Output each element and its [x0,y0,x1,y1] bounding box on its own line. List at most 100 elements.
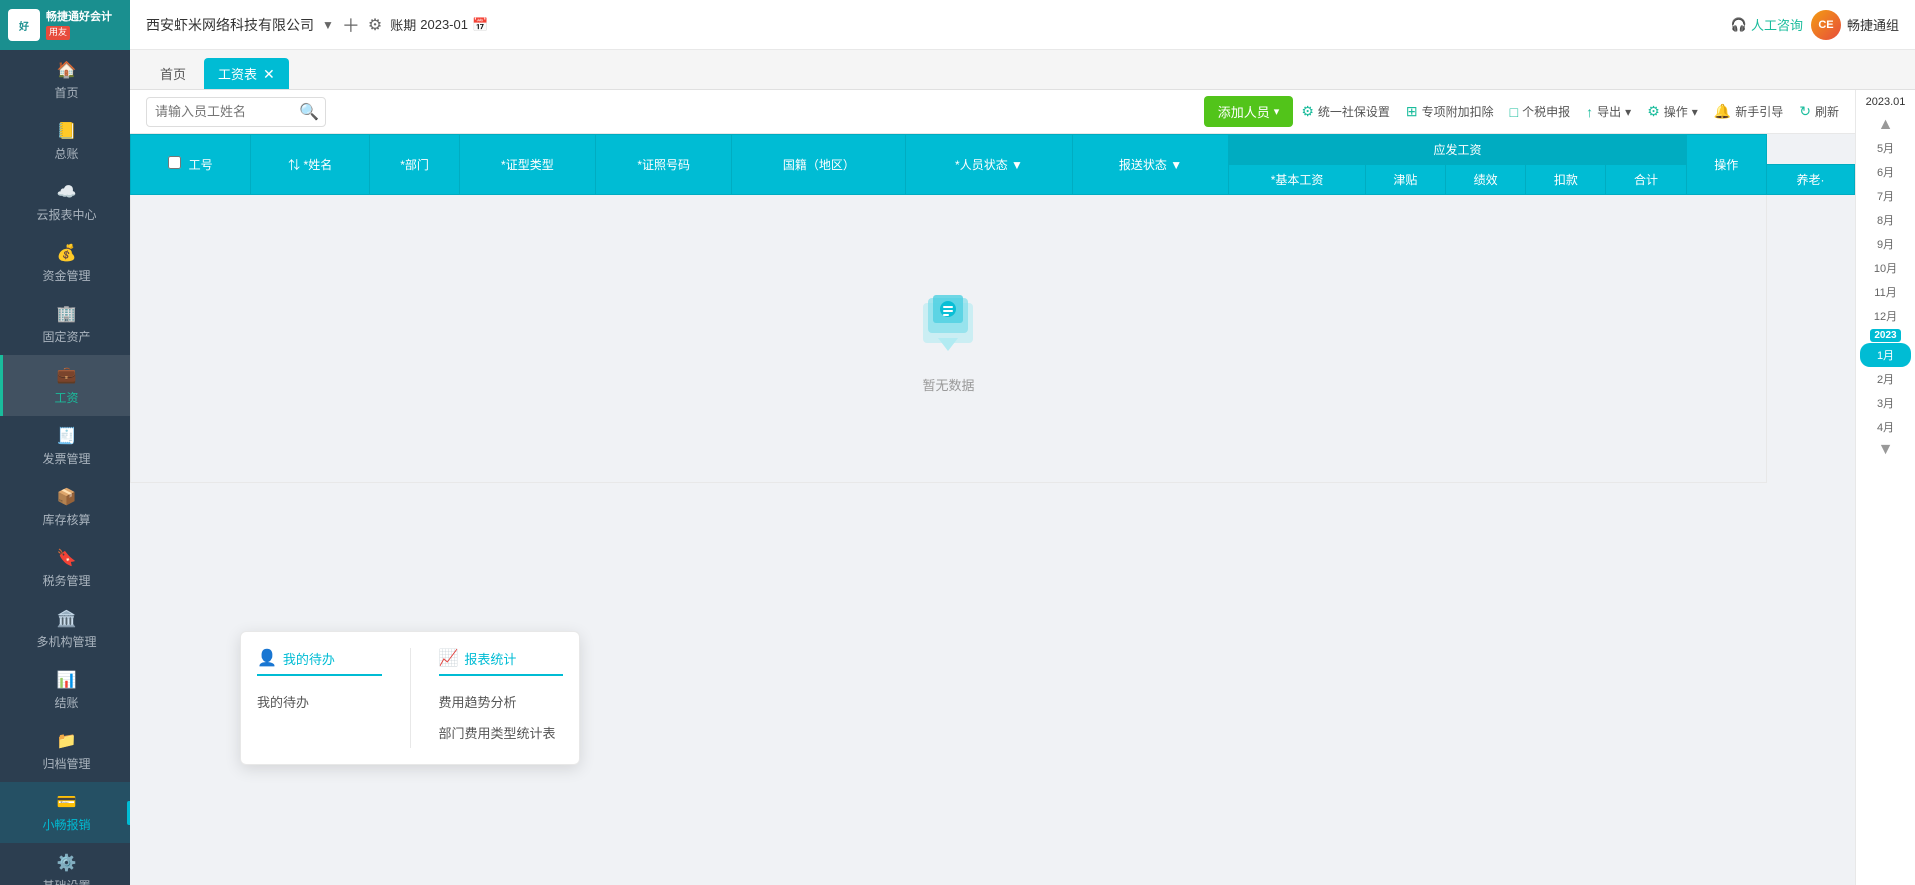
sidebar-item-checkout[interactable]: 📊 结账 [0,660,130,721]
timeline-month-4[interactable]: 4月 [1856,415,1915,439]
timeline-down-nav[interactable]: ▼ [1878,439,1894,461]
invoice-icon: 🧾 [57,426,77,446]
sidebar-item-tax[interactable]: 🔖 税务管理 [0,538,130,599]
col-id-number: *证照号码 [596,135,732,195]
tab-salary-sheet[interactable]: 工资表 ✕ [204,58,289,89]
col-status[interactable]: *人员状态 ▼ [906,135,1072,195]
timeline-month-8[interactable]: 8月 [1856,208,1915,232]
col-pension: 养老· [1766,165,1854,195]
tabbar: 首页 工资表 ✕ [130,50,1915,90]
empty-state-cell: 暂无数据 [131,195,1767,483]
timeline-month-10[interactable]: 10月 [1856,256,1915,280]
timeline-month-5[interactable]: 5月 [1856,136,1915,160]
sidebar-item-inventory[interactable]: 📦 库存核算 [0,477,130,538]
timeline-month-3[interactable]: 3月 [1856,391,1915,415]
col-number: 工号 [131,135,251,195]
popup-col-pending: 👤 我的待办 我的待办 [257,648,382,748]
col-id-type: *证型类型 [459,135,595,195]
tax-report-action[interactable]: □ 个税申报 [1510,103,1570,120]
sidebar-item-salary[interactable]: 💼 工资 [0,355,130,416]
operation-action[interactable]: ⚙ 操作 ▾ [1647,103,1698,120]
sidebar-item-archive[interactable]: 📁 归档管理 [0,721,130,782]
avatar: CE [1811,10,1841,40]
calendar-icon[interactable]: 📅 [472,17,488,33]
col-total: 合计 [1606,165,1686,195]
add-button[interactable]: ＋ [342,12,360,38]
logo-icon: 好 [8,9,40,41]
refresh-icon: ↻ [1799,103,1811,120]
tax-report-icon: □ [1510,104,1518,120]
sidebar-item-cloud-report[interactable]: ☁️ 云报表中心 [0,172,130,233]
new-guide-action[interactable]: 🔔 新手引导 [1714,103,1783,120]
timeline-month-2[interactable]: 2月 [1856,367,1915,391]
sidebar-item-xiao-chang[interactable]: 💳 小畅报销 [0,782,130,843]
customer-service[interactable]: 🎧 人工咨询 [1731,15,1803,34]
topbar: 西安虾米网络科技有限公司 ▼ ＋ ⚙ 账期 2023-01 📅 🎧 人工咨询 C… [130,0,1915,50]
main-area: 西安虾米网络科技有限公司 ▼ ＋ ⚙ 账期 2023-01 📅 🎧 人工咨询 C… [130,0,1915,885]
timeline-title: 2023.01 [1866,90,1906,114]
search-box: 🔍 [146,97,326,127]
popup-header-report[interactable]: 📈 报表统计 [439,648,564,676]
col-name[interactable]: ⇅ *姓名 [251,135,370,195]
sidebar: 好 畅捷通好会计 用友 🏠 首页 📒 总账 ☁️ 云报表中心 💰 资金管理 🏢 … [0,0,130,885]
empty-text: 暂无数据 [922,375,974,394]
salary-icon: 💼 [57,365,77,385]
timeline-up-nav[interactable]: ▲ [1878,114,1894,136]
sidebar-item-invoice[interactable]: 🧾 发票管理 [0,416,130,477]
sidebar-item-home[interactable]: 🏠 首页 [0,50,130,111]
xiao-chang-icon: 💳 [57,792,77,812]
ledger-icon: 📒 [57,121,77,141]
col-performance: 绩效 [1445,165,1525,195]
logo-text: 畅捷通好会计 用友 [46,10,112,40]
salary-table: 工号 ⇅ *姓名 *部门 *证型类型 *证照号码 国籍（地区） *人员状态 ▼ … [130,134,1855,483]
sidebar-item-fixed-assets[interactable]: 🏢 固定资产 [0,294,130,355]
popup-section: 👤 我的待办 我的待办 📈 报表统计 费用趋势分析 部门费用类型统计表 [257,648,563,748]
special-deduction-action[interactable]: ⊞ 专项附加扣除 [1406,103,1494,120]
tab-home[interactable]: 首页 [146,58,200,89]
home-icon: 🏠 [57,60,77,80]
col-salary-group: 应发工资 [1229,135,1686,165]
sidebar-item-basic[interactable]: ⚙️ 基础设置 [0,843,130,885]
select-all-checkbox[interactable] [168,156,181,169]
inventory-icon: 📦 [57,487,77,507]
report-icon: 📈 [439,648,459,668]
timeline-month-6[interactable]: 6月 [1856,160,1915,184]
company-dropdown-arrow[interactable]: ▼ [322,18,334,32]
pending-icon: 👤 [257,648,277,668]
user-menu[interactable]: CE 畅捷通组 [1811,10,1899,40]
headset-icon: 🎧 [1731,17,1747,33]
popup-item-my-pending[interactable]: 我的待办 [257,686,382,717]
col-report-status[interactable]: 报送状态 ▼ [1072,135,1229,195]
cloud-icon: ☁️ [57,182,77,202]
timeline-month-11[interactable]: 11月 [1856,280,1915,304]
col-base-salary: *基本工资 [1229,165,1365,195]
search-icon[interactable]: 🔍 [299,102,319,122]
popup-item-cost-trend[interactable]: 费用趋势分析 [439,686,564,717]
empty-illustration [908,283,988,363]
popup-col-report: 📈 报表统计 费用趋势分析 部门费用类型统计表 [439,648,564,748]
content-area: 🔍 添加人员 ▾ ⚙ 统一社保设置 ⊞ 专项附加扣除 [130,90,1915,885]
timeline-month-7[interactable]: 7月 [1856,184,1915,208]
export-action[interactable]: ↑ 导出 ▾ [1586,103,1631,120]
refresh-action[interactable]: ↻ 刷新 [1799,103,1839,120]
popup-header-pending[interactable]: 👤 我的待办 [257,648,382,676]
period-display: 账期 2023-01 📅 [390,15,488,34]
sidebar-item-multi-org[interactable]: 🏛️ 多机构管理 [0,599,130,660]
add-person-button[interactable]: 添加人员 ▾ [1204,96,1294,127]
search-input[interactable] [155,104,295,119]
sidebar-item-fund[interactable]: 💰 资金管理 [0,233,130,294]
timeline-month-12[interactable]: 12月 [1856,304,1915,328]
fixed-assets-icon: 🏢 [57,304,77,324]
fund-icon: 💰 [57,243,77,263]
tab-close-button[interactable]: ✕ [263,67,275,81]
sort-icon: ⇅ [288,158,300,172]
timeline-month-9[interactable]: 9月 [1856,232,1915,256]
sidebar-logo: 好 畅捷通好会计 用友 [0,0,130,50]
social-settings-action[interactable]: ⚙ 统一社保设置 [1301,103,1390,120]
settings-button[interactable]: ⚙ [368,15,382,35]
new-guide-icon: 🔔 [1714,103,1731,120]
sidebar-item-ledger[interactable]: 📒 总账 [0,111,130,172]
popup-item-dept-cost[interactable]: 部门费用类型统计表 [439,717,564,748]
timeline-month-1[interactable]: 1月 [1860,343,1911,367]
col-deduction: 扣款 [1526,165,1606,195]
